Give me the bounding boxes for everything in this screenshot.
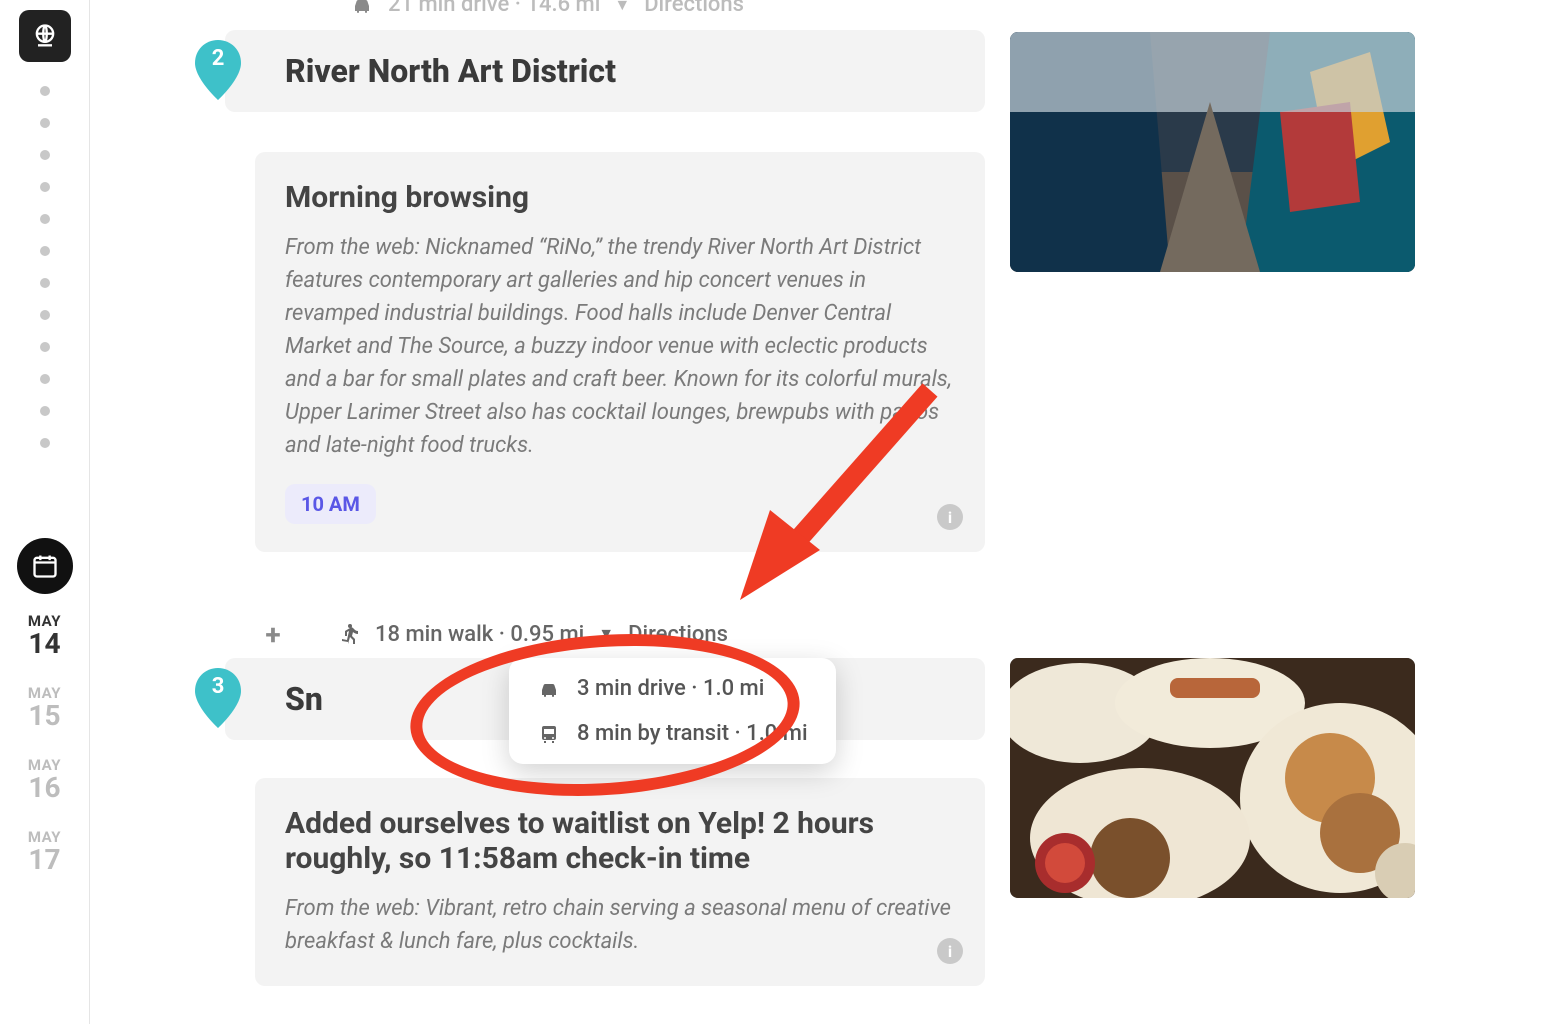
chevron-down-icon[interactable]: ▼ xyxy=(614,0,630,15)
car-icon xyxy=(537,677,561,701)
bus-icon xyxy=(537,722,561,746)
transit-row-top[interactable]: 21 min drive · 14.6 mi ▼ Directions xyxy=(350,0,1080,17)
activity-card[interactable]: Added ourselves to waitlist on Yelp! 2 h… xyxy=(255,778,985,986)
stop-2-image[interactable] xyxy=(1010,32,1415,272)
walk-icon xyxy=(337,622,361,646)
sidebar: MAY 14 MAY 15 MAY 16 MAY 17 xyxy=(0,0,90,1024)
sidebar-dot[interactable] xyxy=(40,150,50,160)
date-may-15[interactable]: MAY 15 xyxy=(28,684,61,730)
globe-icon xyxy=(31,22,59,50)
stop-header[interactable]: River North Art District xyxy=(225,30,985,112)
drive-text: 3 min drive · 1.0 mi xyxy=(577,676,764,701)
sidebar-dot[interactable] xyxy=(40,406,50,416)
date-day: 16 xyxy=(28,774,61,802)
car-icon xyxy=(350,0,374,17)
date-day: 14 xyxy=(28,630,61,658)
date-day: 15 xyxy=(28,702,61,730)
stop-2-card-wrap: Morning browsing From the web: Nicknamed… xyxy=(225,138,985,552)
calendar-button[interactable] xyxy=(17,538,73,594)
sidebar-dot[interactable] xyxy=(40,214,50,224)
transit-text: 8 min by transit · 1.0 mi xyxy=(577,721,808,746)
directions-link[interactable]: Directions xyxy=(628,622,728,647)
info-icon[interactable]: i xyxy=(937,938,963,964)
map-pin-2: 2 xyxy=(193,40,243,100)
stop-3-card-wrap: Added ourselves to waitlist on Yelp! 2 h… xyxy=(225,764,985,986)
walk-text: 18 min walk · 0.95 mi xyxy=(375,622,584,647)
sidebar-dot[interactable] xyxy=(40,438,50,448)
date-list: MAY 14 MAY 15 MAY 16 MAY 17 xyxy=(28,612,61,874)
stop-2: 2 River North Art District xyxy=(225,30,985,112)
transit-row[interactable]: + 18 min walk · 0.95 mi ▼ Directions 3 m… xyxy=(259,620,989,648)
overview-button[interactable] xyxy=(19,10,71,62)
pin-number: 2 xyxy=(193,46,243,71)
directions-link[interactable]: Directions xyxy=(644,0,744,17)
transit-option-drive[interactable]: 3 min drive · 1.0 mi xyxy=(537,676,808,701)
info-icon[interactable]: i xyxy=(937,504,963,530)
itinerary-main: 21 min drive · 14.6 mi ▼ Directions 2 Ri… xyxy=(90,0,1558,1024)
date-may-14[interactable]: MAY 14 xyxy=(28,612,61,658)
sidebar-dot[interactable] xyxy=(40,374,50,384)
chevron-down-icon[interactable]: ▼ xyxy=(598,624,614,644)
card-description: From the web: Vibrant, retro chain servi… xyxy=(285,892,955,958)
transit-text: 21 min drive · 14.6 mi xyxy=(388,0,600,17)
map-pin-3: 3 xyxy=(193,668,243,728)
calendar-icon xyxy=(31,552,59,580)
sidebar-dot[interactable] xyxy=(40,310,50,320)
time-badge[interactable]: 10 AM xyxy=(285,484,376,524)
transit-options-popover: 3 min drive · 1.0 mi 8 min by transit · … xyxy=(509,658,836,764)
pin-number: 3 xyxy=(193,674,243,699)
sidebar-dot[interactable] xyxy=(40,278,50,288)
transit-block-2: + 18 min walk · 0.95 mi ▼ Directions 3 m… xyxy=(225,600,989,658)
sidebar-dot[interactable] xyxy=(40,118,50,128)
transit-option-transit[interactable]: 8 min by transit · 1.0 mi xyxy=(537,721,808,746)
card-title: Morning browsing xyxy=(285,180,955,215)
date-may-17[interactable]: MAY 17 xyxy=(28,828,61,874)
activity-card[interactable]: Morning browsing From the web: Nicknamed… xyxy=(255,152,985,552)
sidebar-dot[interactable] xyxy=(40,182,50,192)
date-day: 17 xyxy=(28,846,61,874)
card-title: Added ourselves to waitlist on Yelp! 2 h… xyxy=(285,806,955,876)
date-may-16[interactable]: MAY 16 xyxy=(28,756,61,802)
sidebar-dots xyxy=(40,86,50,448)
sidebar-dot[interactable] xyxy=(40,86,50,96)
card-description: From the web: Nicknamed “RiNo,” the tren… xyxy=(285,231,955,462)
sidebar-dot[interactable] xyxy=(40,342,50,352)
stop-3-image[interactable] xyxy=(1010,658,1415,898)
stop-title: River North Art District xyxy=(285,52,959,90)
sidebar-dot[interactable] xyxy=(40,246,50,256)
add-button[interactable]: + xyxy=(259,620,287,648)
